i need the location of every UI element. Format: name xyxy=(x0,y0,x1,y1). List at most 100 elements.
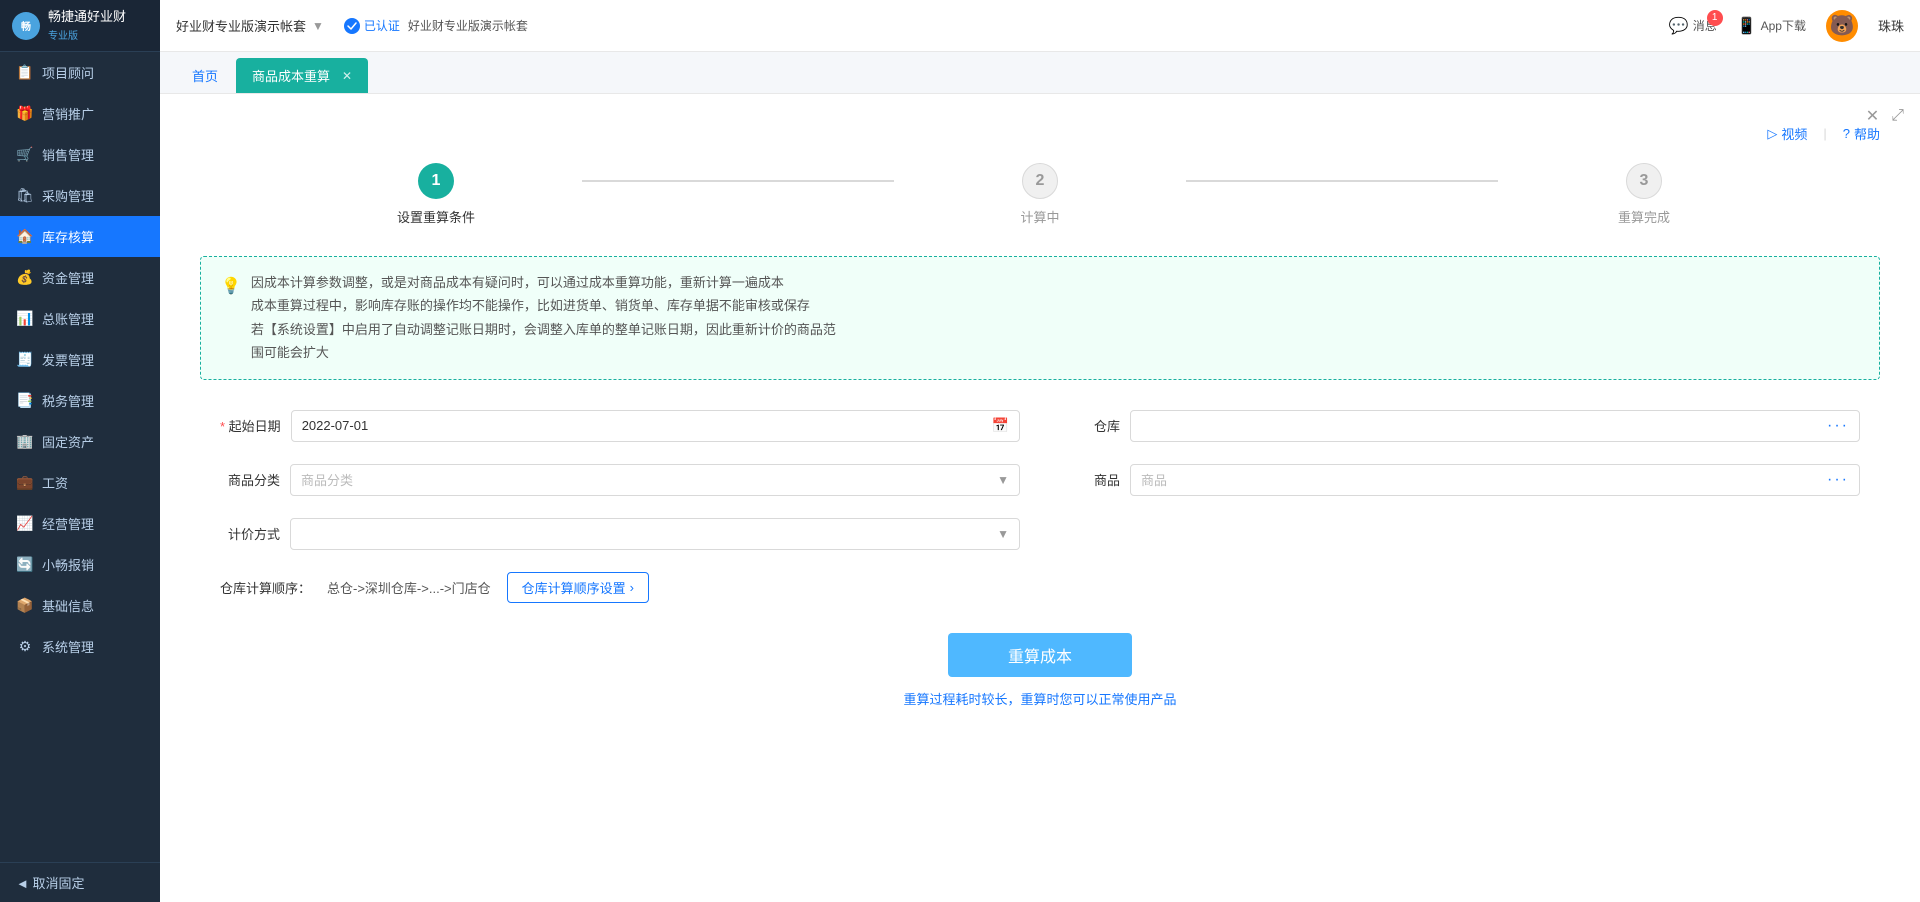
nav-label-system: 系统管理 xyxy=(42,637,94,656)
step-3-number: 3 xyxy=(1640,172,1649,190)
tab-cost-recalc[interactable]: 商品成本重算 ✕ xyxy=(236,58,368,93)
verified-label: 已认证 xyxy=(364,17,400,34)
sidebar-header: 畅 畅捷通好业财 专业版 xyxy=(0,0,160,52)
maximize-window-button[interactable]: ⤢ xyxy=(1891,107,1904,125)
goods-placeholder: 商品 xyxy=(1141,470,1167,489)
sidebar-item-operations[interactable]: 📈 经营管理 xyxy=(0,503,160,544)
info-icon: 💡 xyxy=(221,273,241,365)
warehouse-order-btn-label: 仓库计算顺序设置 xyxy=(522,578,626,597)
sidebar-item-inventory[interactable]: 🏠 库存核算 xyxy=(0,216,160,257)
sidebar-footer-unpin[interactable]: ◄ 取消固定 xyxy=(0,862,160,902)
tab-close-icon[interactable]: ✕ xyxy=(342,69,352,83)
start-date-input[interactable]: 2022-07-01 📅 xyxy=(291,410,1020,442)
tabs-bar: 首页 商品成本重算 ✕ xyxy=(160,52,1920,94)
app-download-button[interactable]: 📱 App下载 xyxy=(1737,16,1806,36)
account-full-name: 好业财专业版演示帐套 xyxy=(408,17,528,34)
form-row-2: 商品分类 商品分类 ▼ 商品 商品 ··· xyxy=(220,464,1860,496)
sidebar-item-payroll[interactable]: 💼 工资 xyxy=(0,462,160,503)
help-label: 帮助 xyxy=(1854,124,1880,143)
warehouse-order-btn-icon: › xyxy=(630,580,634,595)
play-icon: ▷ xyxy=(1767,126,1777,142)
sidebar-item-purchase[interactable]: 🛍 采购管理 xyxy=(0,175,160,216)
nav-label-tax: 税务管理 xyxy=(42,391,94,410)
category-input[interactable]: 商品分类 ▼ xyxy=(290,464,1020,496)
video-help-link[interactable]: ▷ 视频 xyxy=(1767,124,1807,143)
step-line-2-3 xyxy=(1186,180,1498,182)
step-1-number: 1 xyxy=(432,172,441,190)
recalc-button[interactable]: 重算成本 xyxy=(948,633,1132,677)
info-box: 💡 因成本计算参数调整，或是对商品成本有疑问时，可以通过成本重算功能，重新计算一… xyxy=(200,256,1880,380)
pricing-label: 计价方式 xyxy=(220,524,280,543)
warehouse-order-settings-button[interactable]: 仓库计算顺序设置 › xyxy=(507,572,649,603)
app-download-label: App下载 xyxy=(1761,17,1806,34)
operations-icon: 📈 xyxy=(16,515,34,533)
goods-label: 商品 xyxy=(1060,470,1120,489)
form-section: 起始日期 2022-07-01 📅 仓库 ··· 商品分 xyxy=(200,410,1880,603)
warehouse-input[interactable]: ··· xyxy=(1130,410,1860,442)
payroll-icon: 💼 xyxy=(16,474,34,492)
window-controls: ✕ ⤢ xyxy=(1866,106,1904,126)
verified-icon xyxy=(344,18,360,34)
warehouse-order-row: 仓库计算顺序： 总仓->深圳仓库->...->门店仓 仓库计算顺序设置 › xyxy=(220,572,1860,603)
info-text: 因成本计算参数调整，或是对商品成本有疑问时，可以通过成本重算功能，重新计算一遍成… xyxy=(251,271,836,365)
step-3: 3 重算完成 xyxy=(1488,163,1800,226)
info-line-1: 因成本计算参数调整，或是对商品成本有疑问时，可以通过成本重算功能，重新计算一遍成… xyxy=(251,271,836,294)
topbar-verified: 已认证 好业财专业版演示帐套 xyxy=(344,17,528,34)
sidebar-item-assets[interactable]: 🏢 固定资产 xyxy=(0,421,160,462)
project-icon: 📋 xyxy=(16,64,34,82)
main-container: 好业财专业版演示帐套 ▼ 已认证 好业财专业版演示帐套 💬 1 消息 📱 App… xyxy=(160,0,1920,902)
sidebar-item-sales[interactable]: 🛒 销售管理 xyxy=(0,134,160,175)
goods-input[interactable]: 商品 ··· xyxy=(1130,464,1860,496)
calendar-icon[interactable]: 📅 xyxy=(992,417,1009,434)
nav-label-marketing: 营销推广 xyxy=(42,104,94,123)
sidebar-item-marketing[interactable]: 🎁 营销推广 xyxy=(0,93,160,134)
sidebar-item-invoice[interactable]: 🧾 发票管理 xyxy=(0,339,160,380)
category-label: 商品分类 xyxy=(220,470,280,489)
step-2-label: 计算中 xyxy=(1020,207,1059,226)
warehouse-more-icon[interactable]: ··· xyxy=(1827,417,1849,435)
step-1: 1 设置重算条件 xyxy=(280,163,592,226)
stepper: 1 设置重算条件 2 计算中 3 重算完成 xyxy=(200,163,1880,226)
sales-icon: 🛒 xyxy=(16,146,34,164)
step-1-circle: 1 xyxy=(418,163,454,199)
goods-more-icon[interactable]: ··· xyxy=(1827,471,1849,489)
sidebar: 畅 畅捷通好业财 专业版 📋 项目顾问 🎁 营销推广 🛒 销售管理 🛍 采购管理… xyxy=(0,0,160,902)
nav-label-inventory: 库存核算 xyxy=(42,227,94,246)
sidebar-item-accounting[interactable]: 📊 总账管理 xyxy=(0,298,160,339)
user-avatar[interactable]: 🐻 xyxy=(1826,10,1858,42)
assets-icon: 🏢 xyxy=(16,433,34,451)
close-window-button[interactable]: ✕ xyxy=(1866,106,1879,126)
recalc-section: 重算成本 重算过程耗时较长，重算时您可以正常使用产品 xyxy=(200,633,1880,708)
sidebar-item-tax[interactable]: 📑 税务管理 xyxy=(0,380,160,421)
sidebar-item-expense[interactable]: 🔄 小畅报销 xyxy=(0,544,160,585)
tab-home[interactable]: 首页 xyxy=(176,58,234,93)
start-date-value: 2022-07-01 xyxy=(302,418,369,433)
pricing-dropdown-icon[interactable]: ▼ xyxy=(997,527,1009,541)
message-button[interactable]: 💬 1 消息 xyxy=(1669,16,1717,36)
start-date-field: 起始日期 2022-07-01 📅 xyxy=(220,410,1020,442)
category-dropdown-icon[interactable]: ▼ xyxy=(997,473,1009,487)
warehouse-field: 仓库 ··· xyxy=(1060,410,1860,442)
unpin-label: ◄ 取消固定 xyxy=(16,873,84,892)
sidebar-item-basic[interactable]: 📦 基础信息 xyxy=(0,585,160,626)
recalc-button-label: 重算成本 xyxy=(1008,649,1072,666)
nav-label-purchase: 采购管理 xyxy=(42,186,94,205)
account-dropdown-icon: ▼ xyxy=(312,19,324,33)
sidebar-item-project[interactable]: 📋 项目顾问 xyxy=(0,52,160,93)
help-link[interactable]: ? 帮助 xyxy=(1843,124,1880,143)
pricing-input[interactable]: ▼ xyxy=(290,518,1020,550)
topbar-account-selector[interactable]: 好业财专业版演示帐套 ▼ xyxy=(176,16,324,35)
nav-label-payroll: 工资 xyxy=(42,473,68,492)
sidebar-edition: 专业版 xyxy=(48,27,126,42)
finance-icon: 💰 xyxy=(16,269,34,287)
sidebar-item-system[interactable]: ⚙ 系统管理 xyxy=(0,626,160,667)
video-label: 视频 xyxy=(1781,124,1807,143)
message-icon: 💬 xyxy=(1669,16,1689,36)
start-date-label: 起始日期 xyxy=(220,416,281,435)
info-line-2: 成本重算过程中，影响库存账的操作均不能操作，比如进货单、销货单、库存单据不能审核… xyxy=(251,294,836,317)
sidebar-nav: 📋 项目顾问 🎁 营销推广 🛒 销售管理 🛍 采购管理 🏠 库存核算 💰 资金管… xyxy=(0,52,160,862)
warehouse-order-value: 总仓->深圳仓库->...->门店仓 xyxy=(327,578,491,597)
tab-cost-recalc-label: 商品成本重算 xyxy=(252,66,330,85)
sidebar-item-finance[interactable]: 💰 资金管理 xyxy=(0,257,160,298)
expense-icon: 🔄 xyxy=(16,556,34,574)
